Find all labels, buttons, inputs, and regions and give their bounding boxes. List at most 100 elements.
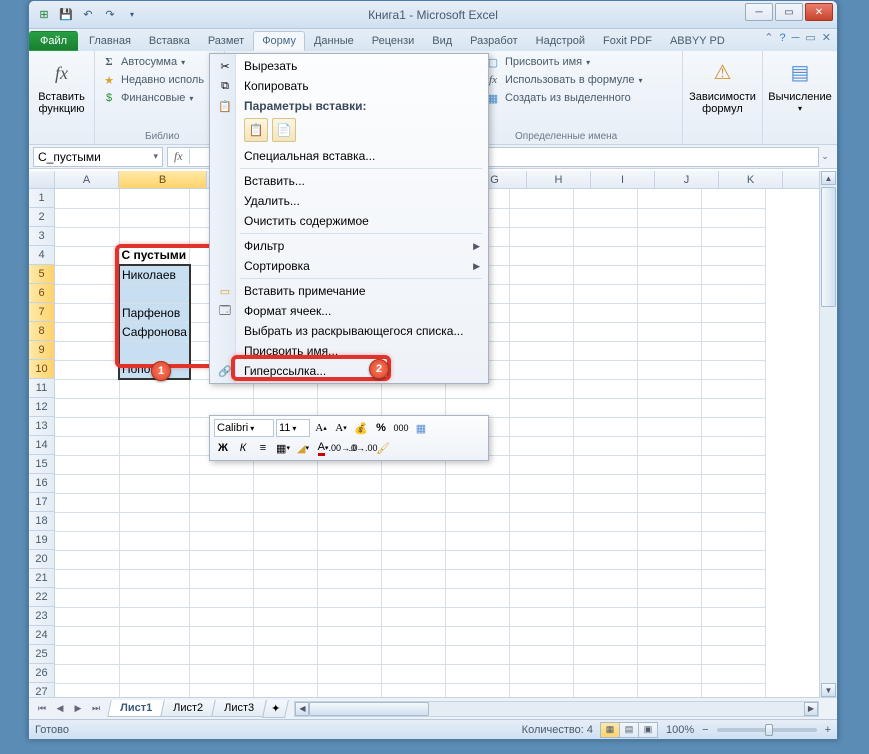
cell[interactable] [638, 550, 702, 569]
cell[interactable] [638, 474, 702, 493]
cell[interactable] [510, 683, 574, 697]
tab-home[interactable]: Главная [80, 31, 140, 51]
mini-bold-icon[interactable]: Ж [214, 439, 232, 457]
zoom-level[interactable]: 100% [666, 724, 694, 736]
cell[interactable] [119, 664, 190, 683]
autosum-button[interactable]: ΣАвтосумма▾ [101, 53, 218, 71]
cell[interactable] [318, 569, 382, 588]
row-header-20[interactable]: 20 [29, 550, 54, 569]
cell[interactable] [446, 664, 510, 683]
ctx-cut[interactable]: ✂Вырезать [212, 56, 486, 76]
cell[interactable] [318, 588, 382, 607]
tab-layout[interactable]: Размет [199, 31, 253, 51]
cell[interactable] [510, 341, 574, 360]
cell[interactable] [574, 569, 638, 588]
cell[interactable] [446, 569, 510, 588]
vertical-scrollbar[interactable]: ▲ ▼ [819, 171, 837, 697]
cell[interactable] [254, 683, 318, 697]
workbook-restore-icon[interactable]: ▭ [805, 31, 815, 44]
new-sheet-button[interactable]: ✦ [262, 700, 289, 718]
cell[interactable] [510, 588, 574, 607]
cell[interactable] [574, 246, 638, 265]
cell[interactable] [446, 588, 510, 607]
row-header-27[interactable]: 27 [29, 683, 54, 697]
row-header-17[interactable]: 17 [29, 493, 54, 512]
cell[interactable] [190, 588, 254, 607]
cell[interactable] [638, 189, 702, 208]
cell[interactable] [702, 607, 766, 626]
horizontal-scrollbar[interactable]: ◀ ▶ [294, 701, 819, 717]
ctx-insert[interactable]: Вставить... [212, 171, 486, 191]
cell[interactable] [55, 322, 119, 341]
cell[interactable] [510, 474, 574, 493]
vscroll-up-icon[interactable]: ▲ [821, 171, 836, 185]
cell[interactable] [318, 607, 382, 626]
cell[interactable] [318, 664, 382, 683]
mini-size-select[interactable]: 11▾ [276, 419, 310, 437]
row-header-7[interactable]: 7 [29, 303, 54, 322]
cell[interactable] [702, 208, 766, 227]
cell[interactable] [190, 531, 254, 550]
tab-view[interactable]: Вид [423, 31, 461, 51]
tab-abbyy[interactable]: ABBYY PD [661, 31, 734, 51]
ctx-delete[interactable]: Удалить... [212, 191, 486, 211]
formula-bar-expand-icon[interactable]: ⌄ [817, 147, 833, 167]
cell[interactable] [638, 683, 702, 697]
cell[interactable]: С пустыми [119, 246, 190, 265]
col-header-j[interactable]: J [655, 171, 719, 188]
cell[interactable] [55, 569, 119, 588]
cell[interactable] [119, 379, 190, 398]
cell[interactable] [190, 493, 254, 512]
redo-icon[interactable]: ↷ [101, 6, 119, 24]
cell[interactable] [119, 493, 190, 512]
col-header-k[interactable]: K [719, 171, 783, 188]
tab-data[interactable]: Данные [305, 31, 363, 51]
sheet-nav-next-icon[interactable]: ▶ [69, 700, 87, 718]
cell[interactable] [382, 550, 446, 569]
cell[interactable] [702, 645, 766, 664]
cell[interactable] [55, 455, 119, 474]
cell[interactable] [574, 493, 638, 512]
cell[interactable] [55, 436, 119, 455]
cell[interactable] [574, 265, 638, 284]
cell[interactable] [574, 227, 638, 246]
zoom-slider[interactable] [717, 728, 817, 732]
cell[interactable] [510, 664, 574, 683]
cell[interactable] [702, 474, 766, 493]
row-header-1[interactable]: 1 [29, 189, 54, 208]
cell[interactable] [254, 569, 318, 588]
cell[interactable] [510, 607, 574, 626]
cell[interactable] [574, 550, 638, 569]
cell[interactable] [702, 398, 766, 417]
row-header-5[interactable]: 5 [29, 265, 54, 284]
row-header-15[interactable]: 15 [29, 455, 54, 474]
ctx-filter[interactable]: Фильтр▶ [212, 236, 486, 256]
cell[interactable] [119, 569, 190, 588]
cell[interactable] [638, 246, 702, 265]
cell[interactable] [382, 626, 446, 645]
row-header-9[interactable]: 9 [29, 341, 54, 360]
cell[interactable] [318, 550, 382, 569]
cell[interactable] [382, 607, 446, 626]
cell[interactable] [55, 626, 119, 645]
cell[interactable] [119, 398, 190, 417]
cell[interactable] [55, 664, 119, 683]
paste-values-icon[interactable]: 📄 [272, 118, 296, 142]
mini-font-select[interactable]: Calibri▾ [214, 419, 274, 437]
row-header-26[interactable]: 26 [29, 664, 54, 683]
cell[interactable] [55, 588, 119, 607]
cell[interactable] [638, 436, 702, 455]
cell[interactable] [638, 512, 702, 531]
cell[interactable] [55, 398, 119, 417]
cell[interactable] [638, 417, 702, 436]
col-header-h[interactable]: H [527, 171, 591, 188]
use-in-formula-button[interactable]: fxИспользовать в формуле▾ [485, 71, 676, 89]
cell[interactable] [574, 683, 638, 697]
cell[interactable] [638, 455, 702, 474]
row-header-25[interactable]: 25 [29, 645, 54, 664]
cell[interactable] [702, 436, 766, 455]
cell[interactable] [702, 626, 766, 645]
view-normal-icon[interactable]: ▦ [600, 722, 620, 738]
view-layout-icon[interactable]: ▤ [619, 722, 639, 738]
col-header-a[interactable]: A [55, 171, 119, 188]
